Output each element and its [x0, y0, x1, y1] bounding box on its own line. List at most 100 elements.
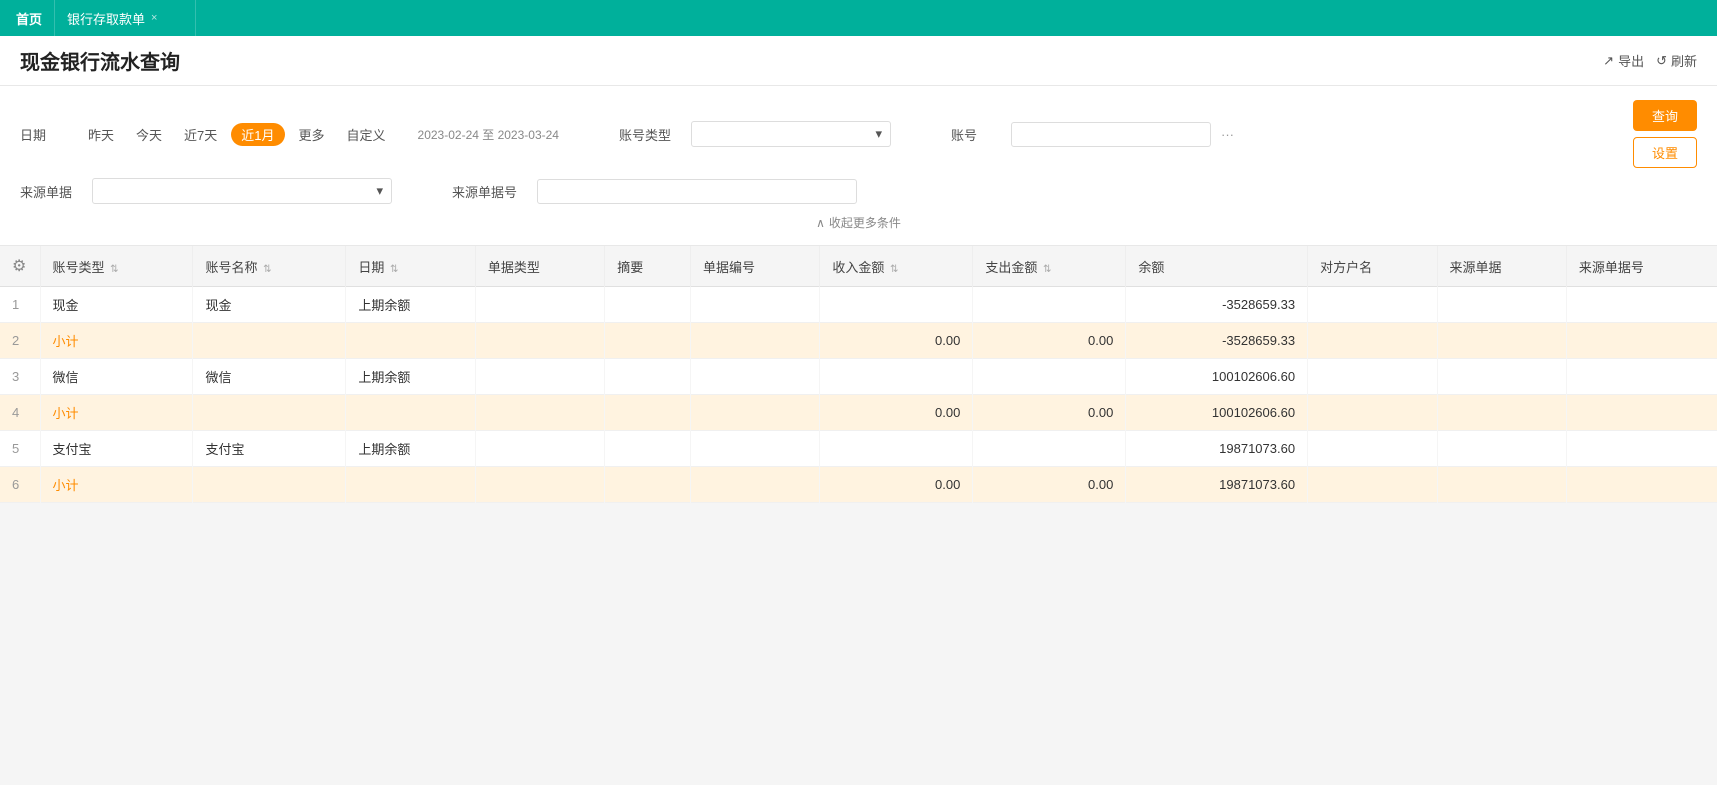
row-index: 2: [0, 323, 40, 359]
cell-balance: -3528659.33: [1126, 323, 1308, 359]
nav-tab[interactable]: 银行存取款单×: [55, 0, 196, 36]
date-label: 日期: [20, 125, 60, 144]
table-body: 1现金现金上期余额-3528659.332小计0.000.00-3528659.…: [0, 287, 1717, 503]
top-nav: 首页 收款单×付款单×其他收入单×应收应付调整单×银行存取款单×预收冲应收单×收…: [0, 0, 1717, 36]
column-header-doc_num: 单据编号: [690, 246, 819, 287]
cell-account-type: 小计: [40, 467, 193, 503]
source-doc-num-input[interactable]: [537, 179, 857, 204]
cell-date: 上期余额: [346, 287, 475, 323]
cell-expense: 0.00: [973, 467, 1126, 503]
filter-area: 日期 昨天今天近7天近1月更多自定义 2023-02-24 至 2023-03-…: [0, 86, 1717, 246]
source-doc-select[interactable]: ▾: [92, 178, 392, 204]
cell-date: 上期余额: [346, 359, 475, 395]
collapse-bar[interactable]: ∧ 收起更多条件: [20, 214, 1697, 231]
column-header-account_name[interactable]: 账号名称 ⇅: [193, 246, 346, 287]
cell-source-doc: [1437, 467, 1566, 503]
cell-counterpart: [1308, 395, 1437, 431]
cell-doc-num: [690, 287, 819, 323]
date-option[interactable]: 近7天: [176, 123, 225, 146]
cell-income: 0.00: [820, 467, 973, 503]
cell-balance: -3528659.33: [1126, 287, 1308, 323]
cell-doc-num: [690, 395, 819, 431]
column-header-expense[interactable]: 支出金额 ⇅: [973, 246, 1126, 287]
source-doc-num-label: 来源单据号: [452, 182, 517, 201]
date-option[interactable]: 更多: [291, 123, 333, 146]
date-option[interactable]: 自定义: [339, 123, 394, 146]
table-container: ⚙账号类型 ⇅账号名称 ⇅日期 ⇅单据类型摘要单据编号收入金额 ⇅支出金额 ⇅余…: [0, 246, 1717, 503]
column-header-summary: 摘要: [605, 246, 691, 287]
cell-doc-num: [690, 431, 819, 467]
account-input[interactable]: [1011, 122, 1211, 147]
filter-row-1: 日期 昨天今天近7天近1月更多自定义 2023-02-24 至 2023-03-…: [20, 100, 1697, 168]
cell-account-type: 小计: [40, 395, 193, 431]
chevron-down-icon-2: ▾: [376, 183, 383, 199]
cell-summary: [605, 467, 691, 503]
cell-account-name: 微信: [193, 359, 346, 395]
cell-source-doc: [1437, 323, 1566, 359]
export-button[interactable]: ↗ 导出: [1603, 51, 1644, 70]
cell-source-doc: [1437, 359, 1566, 395]
sort-icon: ⇅: [390, 264, 398, 275]
account-type-select[interactable]: ▾: [691, 121, 891, 147]
column-header-account_type[interactable]: 账号类型 ⇅: [40, 246, 193, 287]
home-label: 首页: [16, 9, 42, 28]
sort-icon: ⇅: [890, 264, 898, 275]
gear-icon[interactable]: ⚙: [12, 258, 26, 275]
cell-source-doc-num: [1566, 467, 1717, 503]
cell-doc-num: [690, 323, 819, 359]
date-option[interactable]: 昨天: [80, 123, 122, 146]
cell-income: [820, 359, 973, 395]
column-header-counterpart: 对方户名: [1308, 246, 1437, 287]
cell-expense: [973, 359, 1126, 395]
nav-home[interactable]: 首页: [4, 0, 55, 36]
table-header: ⚙账号类型 ⇅账号名称 ⇅日期 ⇅单据类型摘要单据编号收入金额 ⇅支出金额 ⇅余…: [0, 246, 1717, 287]
close-icon[interactable]: ×: [151, 12, 157, 24]
date-option[interactable]: 今天: [128, 123, 170, 146]
settings-button[interactable]: 设置: [1633, 137, 1697, 168]
header-actions: ↗ 导出 ↺ 刷新: [1603, 51, 1697, 70]
column-header-date[interactable]: 日期 ⇅: [346, 246, 475, 287]
cell-account-name: [193, 467, 346, 503]
table-row: 5支付宝支付宝上期余额19871073.60: [0, 431, 1717, 467]
cell-summary: [605, 359, 691, 395]
cell-summary: [605, 431, 691, 467]
cell-doc-type: [475, 431, 604, 467]
refresh-button[interactable]: ↺ 刷新: [1656, 51, 1697, 70]
cell-expense: 0.00: [973, 395, 1126, 431]
cell-doc-num: [690, 467, 819, 503]
column-header-source_doc: 来源单据: [1437, 246, 1566, 287]
table-row: 1现金现金上期余额-3528659.33: [0, 287, 1717, 323]
date-options: 昨天今天近7天近1月更多自定义: [80, 123, 394, 146]
cell-source-doc: [1437, 395, 1566, 431]
row-index: 6: [0, 467, 40, 503]
chevron-up-icon: ∧: [816, 216, 825, 230]
export-label: 导出: [1618, 51, 1644, 70]
cell-balance: 100102606.60: [1126, 359, 1308, 395]
cell-doc-type: [475, 323, 604, 359]
column-header-income[interactable]: 收入金额 ⇅: [820, 246, 973, 287]
cell-counterpart: [1308, 431, 1437, 467]
source-doc-label: 来源单据: [20, 182, 72, 201]
date-option[interactable]: 近1月: [231, 123, 284, 146]
query-button[interactable]: 查询: [1633, 100, 1697, 131]
dots-icon[interactable]: ···: [1221, 127, 1234, 142]
collapse-label: 收起更多条件: [829, 214, 901, 231]
cell-summary: [605, 395, 691, 431]
action-buttons: 查询 设置: [1633, 100, 1697, 168]
row-index: 1: [0, 287, 40, 323]
cell-doc-type: [475, 395, 604, 431]
account-type-label: 账号类型: [619, 125, 671, 144]
cell-date: [346, 467, 475, 503]
cell-source-doc: [1437, 431, 1566, 467]
cell-date: [346, 395, 475, 431]
cell-counterpart: [1308, 359, 1437, 395]
row-index: 4: [0, 395, 40, 431]
cell-source-doc: [1437, 287, 1566, 323]
sort-icon: ⇅: [263, 264, 271, 275]
cell-source-doc-num: [1566, 323, 1717, 359]
cell-counterpart: [1308, 287, 1437, 323]
refresh-icon: ↺: [1656, 53, 1667, 69]
nav-tabs: 收款单×付款单×其他收入单×应收应付调整单×银行存取款单×预收冲应收单×收款核销…: [55, 0, 196, 36]
cell-source-doc-num: [1566, 287, 1717, 323]
cell-income: [820, 287, 973, 323]
